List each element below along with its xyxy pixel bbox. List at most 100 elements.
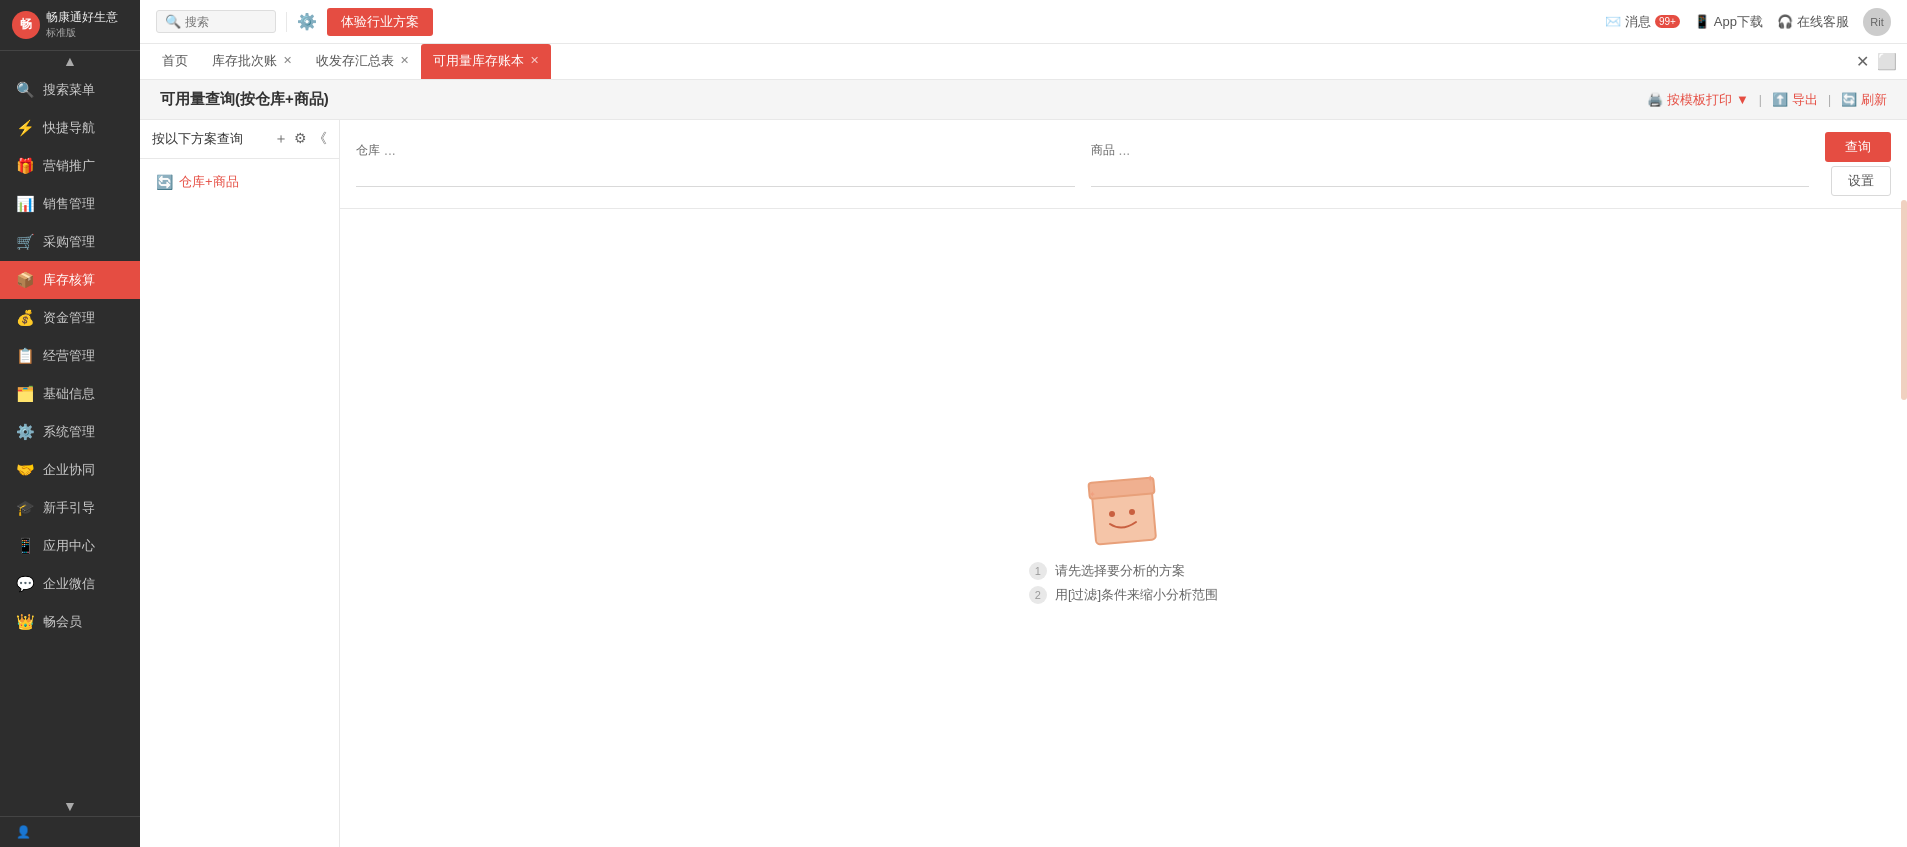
add-scheme-btn[interactable]: ＋ — [274, 130, 288, 148]
sidebar-item-wechat[interactable]: 💬 企业微信 — [0, 565, 140, 603]
sidebar-label-basic: 基础信息 — [43, 385, 95, 403]
tabs-actions: ✕ ⬜ — [1856, 52, 1897, 71]
hint-text-2: 用[过滤]条件来缩小分析范围 — [1055, 586, 1218, 604]
sidebar-label-newbie: 新手引导 — [43, 499, 95, 517]
action-sep1: | — [1759, 93, 1762, 107]
app-label: App下载 — [1714, 13, 1763, 31]
sidebar-item-operations[interactable]: 📋 经营管理 — [0, 337, 140, 375]
warehouse-label: 仓库 ... — [356, 142, 1075, 159]
sidebar-scroll-down[interactable]: ▼ — [0, 796, 140, 816]
sidebar-label-finance: 资金管理 — [43, 309, 95, 327]
close-tab-button[interactable]: ✕ — [1856, 52, 1869, 71]
goods-input[interactable] — [1091, 163, 1810, 187]
gear-icon[interactable]: ⚙️ — [297, 12, 317, 31]
tab-available[interactable]: 可用量库存账本✕ — [421, 44, 551, 79]
page-actions: 🖨️ 按模板打印 ▼ | ⬆️ 导出 | 🔄 刷新 — [1647, 91, 1887, 109]
wechat-icon: 💬 — [16, 575, 35, 593]
inventory-icon: 📦 — [16, 271, 35, 289]
tab-home[interactable]: 首页 — [150, 44, 200, 79]
app-download-btn[interactable]: 📱 App下载 — [1694, 13, 1763, 31]
action-sep2: | — [1828, 93, 1831, 107]
sidebar-label-purchase: 采购管理 — [43, 233, 95, 251]
sidebar-item-sales[interactable]: 📊 销售管理 — [0, 185, 140, 223]
left-panel-actions: ＋ ⚙ 《 — [274, 130, 327, 148]
topbar-right: ✉️ 消息 99+ 📱 App下载 🎧 在线客服 Rit — [1605, 8, 1891, 36]
sidebar-label-system: 系统管理 — [43, 423, 95, 441]
refresh-btn[interactable]: 🔄 刷新 — [1841, 91, 1887, 109]
left-panel-list: 🔄 仓库+商品 — [140, 159, 339, 205]
apps-icon: 📱 — [16, 537, 35, 555]
empty-hints: 1 请先选择要分析的方案 2 用[过滤]条件来缩小分析范围 — [1029, 562, 1218, 604]
warehouse-more-btn[interactable]: ... — [384, 142, 396, 158]
tab-bar: 首页库存批次账✕收发存汇总表✕可用量库存账本✕ ✕ ⬜ — [140, 44, 1907, 80]
content-area: 按以下方案查询 ＋ ⚙ 《 🔄 仓库+商品 仓库 — [140, 120, 1907, 847]
sidebar-item-newbie[interactable]: 🎓 新手引导 — [0, 489, 140, 527]
tab-label-home: 首页 — [162, 52, 188, 70]
sidebar-label-sales: 销售管理 — [43, 195, 95, 213]
scheme-icon: 🔄 — [156, 174, 173, 190]
svg-text:✦: ✦ — [1089, 490, 1096, 499]
right-scrollbar[interactable] — [1901, 200, 1907, 400]
sidebar-item-finance[interactable]: 💰 资金管理 — [0, 299, 140, 337]
sidebar-item-member[interactable]: 👑 畅会员 — [0, 603, 140, 641]
online-service-btn[interactable]: 🎧 在线客服 — [1777, 13, 1849, 31]
sidebar-item-apps[interactable]: 📱 应用中心 — [0, 527, 140, 565]
warehouse-input[interactable] — [356, 163, 1075, 187]
scheme-item-warehouse-goods[interactable]: 🔄 仓库+商品 — [140, 165, 339, 199]
logo-name: 畅康通好生意 — [46, 10, 118, 26]
tab-close-summary[interactable]: ✕ — [400, 54, 409, 67]
hint-num-2: 2 — [1029, 586, 1047, 604]
message-badge: 99+ — [1655, 15, 1680, 28]
collapse-panel-btn[interactable]: 《 — [313, 130, 327, 148]
hint-num-1: 1 — [1029, 562, 1047, 580]
service-icon: 🎧 — [1777, 14, 1793, 29]
sidebar-item-purchase[interactable]: 🛒 采购管理 — [0, 223, 140, 261]
print-label: 按模板打印 — [1667, 91, 1732, 109]
search-icon: 🔍 — [16, 81, 35, 99]
settings-scheme-btn[interactable]: ⚙ — [294, 130, 307, 148]
sidebar-item-system[interactable]: ⚙️ 系统管理 — [0, 413, 140, 451]
user-avatar[interactable]: Rit — [1863, 8, 1891, 36]
svg-point-3 — [1129, 509, 1135, 515]
expand-button[interactable]: ⬜ — [1877, 52, 1897, 71]
sidebar-label-search: 搜索菜单 — [43, 81, 95, 99]
user-icon: 👤 — [16, 825, 31, 839]
tab-close-batch[interactable]: ✕ — [283, 54, 292, 67]
sidebar-item-shortcut[interactable]: ⚡ 快捷导航 — [0, 109, 140, 147]
sidebar-item-enterprise[interactable]: 🤝 企业协同 — [0, 451, 140, 489]
sidebar-nav: 🔍 搜索菜单 ⚡ 快捷导航 🎁 营销推广 📊 销售管理 🛒 采购管理 📦 库存核… — [0, 71, 140, 796]
search-box[interactable]: 🔍 — [156, 10, 276, 33]
empty-hint-2: 2 用[过滤]条件来缩小分析范围 — [1029, 586, 1218, 604]
settings-button[interactable]: 设置 — [1831, 166, 1891, 196]
sidebar-item-inventory[interactable]: 📦 库存核算 — [0, 261, 140, 299]
sidebar-item-basic[interactable]: 🗂️ 基础信息 — [0, 375, 140, 413]
empty-hint-1: 1 请先选择要分析的方案 — [1029, 562, 1218, 580]
tab-close-available[interactable]: ✕ — [530, 54, 539, 67]
sidebar-label-operations: 经营管理 — [43, 347, 95, 365]
tab-summary[interactable]: 收发存汇总表 ✕ — [304, 44, 421, 79]
scheme-label: 仓库+商品 — [179, 173, 239, 191]
goods-more-btn[interactable]: ... — [1119, 142, 1131, 158]
query-button[interactable]: 查询 — [1825, 132, 1891, 162]
sidebar-item-marketing[interactable]: 🎁 营销推广 — [0, 147, 140, 185]
hint-text-1: 请先选择要分析的方案 — [1055, 562, 1185, 580]
trial-button[interactable]: 体验行业方案 — [327, 8, 433, 36]
tab-label-summary: 收发存汇总表 — [316, 52, 394, 70]
message-icon: ✉️ — [1605, 14, 1621, 29]
message-btn[interactable]: ✉️ 消息 99+ — [1605, 13, 1680, 31]
export-label: 导出 — [1792, 91, 1818, 109]
main-content: 🔍 ⚙️ 体验行业方案 ✉️ 消息 99+ 📱 App下载 🎧 在线客服 Rit — [140, 0, 1907, 847]
search-input[interactable] — [185, 15, 265, 29]
purchase-icon: 🛒 — [16, 233, 35, 251]
sidebar-scroll-up[interactable]: ▲ — [0, 51, 140, 71]
print-icon: 🖨️ — [1647, 92, 1663, 107]
print-dropdown-icon[interactable]: ▼ — [1736, 92, 1749, 107]
print-btn[interactable]: 🖨️ 按模板打印 ▼ — [1647, 91, 1749, 109]
topbar: 🔍 ⚙️ 体验行业方案 ✉️ 消息 99+ 📱 App下载 🎧 在线客服 Rit — [140, 0, 1907, 44]
tab-batch[interactable]: 库存批次账 ✕ — [200, 44, 304, 79]
tab-label-batch: 库存批次账 — [212, 52, 277, 70]
app-icon: 📱 — [1694, 14, 1710, 29]
export-btn[interactable]: ⬆️ 导出 — [1772, 91, 1818, 109]
sidebar-item-search[interactable]: 🔍 搜索菜单 — [0, 71, 140, 109]
sidebar-bottom-user[interactable]: 👤 — [0, 816, 140, 847]
